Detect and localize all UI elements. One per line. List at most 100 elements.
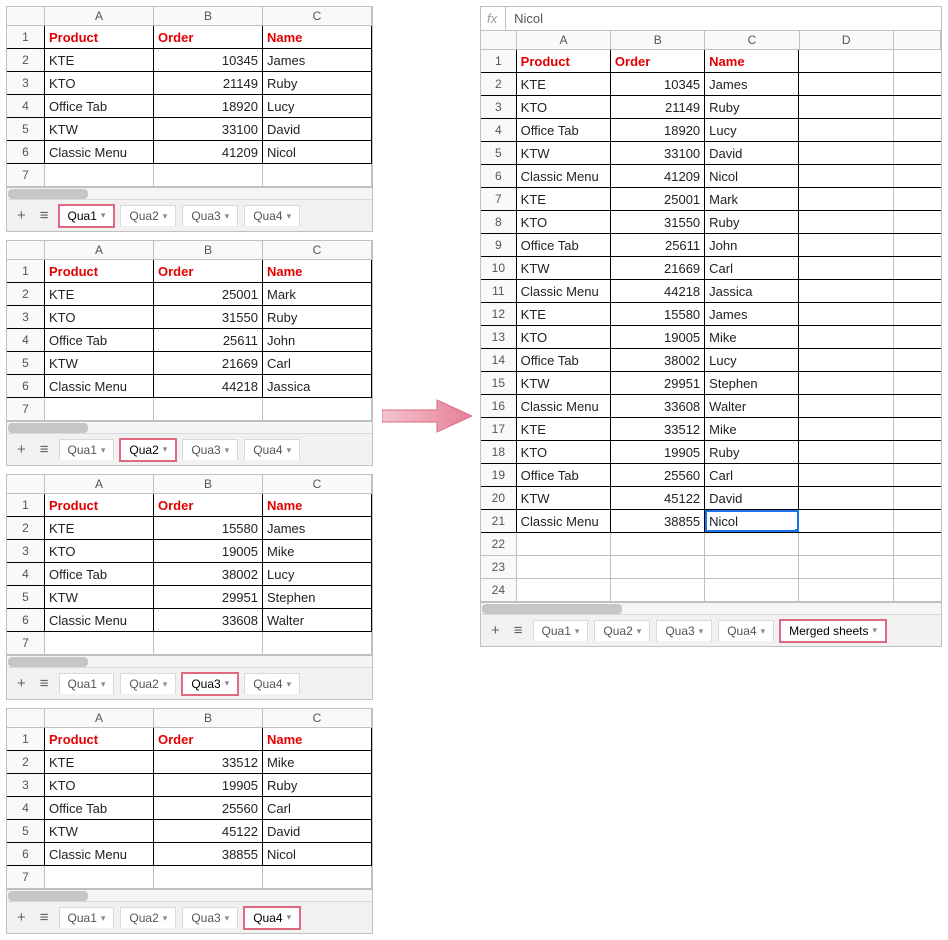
row-header[interactable]: 5 [7,352,45,374]
cell-name[interactable]: John [263,329,372,351]
cell-product[interactable]: Office Tab [45,797,154,819]
cell[interactable] [517,556,611,578]
cell-name[interactable]: David [263,820,372,842]
cell-order[interactable]: 18920 [154,95,263,117]
horizontal-scrollbar[interactable] [7,187,372,199]
row-header[interactable]: 3 [7,72,45,94]
cell-name[interactable]: Mark [705,188,799,210]
row-header[interactable]: 5 [7,820,45,842]
row-header[interactable]: 2 [7,283,45,305]
cell[interactable] [894,303,941,325]
cell-order[interactable]: 21149 [611,96,705,118]
cell[interactable] [799,303,893,325]
sheet-tab-qua2[interactable]: Qua2 ▾ [120,907,176,928]
tab-dropdown-icon[interactable]: ▾ [872,625,877,636]
cell-product[interactable]: KTW [517,142,611,164]
cell-name[interactable]: Mike [263,540,372,562]
tab-dropdown-icon[interactable]: ▾ [699,626,704,637]
sheet-tab-qua1[interactable]: Qua1 ▾ [58,204,116,228]
row-header[interactable]: 5 [481,142,517,164]
cell-name[interactable]: Lucy [263,563,372,585]
cell-product[interactable]: KTE [45,517,154,539]
cell-product[interactable]: Office Tab [45,563,154,585]
cell[interactable] [45,632,154,654]
cell[interactable] [263,164,372,186]
tab-dropdown-icon[interactable]: ▾ [761,626,766,637]
sheet-tab-qua4[interactable]: Qua4 ▾ [244,205,300,226]
cell-order[interactable]: 29951 [154,586,263,608]
name-header[interactable]: Name [705,50,799,72]
col-header-B[interactable]: B [154,709,263,727]
horizontal-scrollbar[interactable] [7,421,372,433]
cell-order[interactable]: 25560 [154,797,263,819]
row-header[interactable]: 15 [481,372,517,394]
cell-name[interactable]: Ruby [705,441,799,463]
cell[interactable] [894,50,941,72]
cell-name[interactable]: David [263,118,372,140]
col-header-C[interactable]: C [263,241,372,259]
cell[interactable] [894,441,941,463]
cell[interactable] [799,257,893,279]
cell-name[interactable]: Stephen [263,586,372,608]
col-header-A[interactable]: A [45,241,154,259]
select-all-corner[interactable] [7,475,45,493]
all-sheets-button[interactable]: ≡ [36,675,53,692]
row-header[interactable]: 6 [7,375,45,397]
cell-order[interactable]: 25001 [611,188,705,210]
cell-name[interactable]: Walter [263,609,372,631]
tab-dropdown-icon[interactable]: ▾ [287,445,292,456]
cell-product[interactable]: Classic Menu [45,141,154,163]
cell[interactable] [894,556,941,578]
row-header[interactable]: 9 [481,234,517,256]
tab-dropdown-icon[interactable]: ▾ [163,444,168,455]
cell[interactable] [705,556,799,578]
cell[interactable] [799,211,893,233]
cell[interactable] [799,280,893,302]
row-header[interactable]: 2 [481,73,517,95]
cell-product[interactable]: Office Tab [45,95,154,117]
cell[interactable] [799,50,893,72]
cell-name[interactable]: Mike [263,751,372,773]
cell[interactable] [45,164,154,186]
cell-name[interactable]: Carl [263,352,372,374]
cell[interactable] [799,326,893,348]
cell[interactable] [799,418,893,440]
cell-name[interactable]: David [705,487,799,509]
cell[interactable] [894,119,941,141]
cell[interactable] [611,556,705,578]
cell-product[interactable]: Classic Menu [45,375,154,397]
cell-name[interactable]: Nicol [263,141,372,163]
cell[interactable] [263,398,372,420]
cell-product[interactable]: KTE [45,283,154,305]
tab-dropdown-icon[interactable]: ▾ [225,913,230,924]
cell[interactable] [894,372,941,394]
cell-name[interactable]: Carl [263,797,372,819]
row-header[interactable]: 7 [7,398,45,420]
horizontal-scrollbar[interactable] [7,889,372,901]
cell-product[interactable]: KTW [45,820,154,842]
cell[interactable] [799,441,893,463]
tab-dropdown-icon[interactable]: ▾ [287,679,292,690]
sheet-tab-qua3[interactable]: Qua3 ▾ [656,620,712,641]
cell-name[interactable]: Mark [263,283,372,305]
cell[interactable] [799,188,893,210]
sheet-tab-qua1[interactable]: Qua1 ▾ [59,439,115,460]
cell-order[interactable]: 19005 [154,540,263,562]
cell-name[interactable]: Ruby [705,211,799,233]
col-header-A[interactable]: A [45,709,154,727]
cell-order[interactable]: 44218 [611,280,705,302]
cell-product[interactable]: KTE [517,73,611,95]
col-header-A[interactable]: A [45,475,154,493]
cell-product[interactable]: KTW [517,257,611,279]
row-header[interactable]: 17 [481,418,517,440]
horizontal-scrollbar[interactable] [7,655,372,667]
row-header[interactable]: 18 [481,441,517,463]
cell-name[interactable]: Ruby [263,306,372,328]
row-header[interactable]: 7 [7,164,45,186]
cell[interactable] [154,398,263,420]
row-header[interactable]: 4 [7,329,45,351]
cell-name[interactable]: James [263,49,372,71]
sheet-tab-qua2[interactable]: Qua2 ▾ [119,438,177,462]
name-header[interactable]: Name [263,494,372,516]
row-header[interactable]: 5 [7,118,45,140]
